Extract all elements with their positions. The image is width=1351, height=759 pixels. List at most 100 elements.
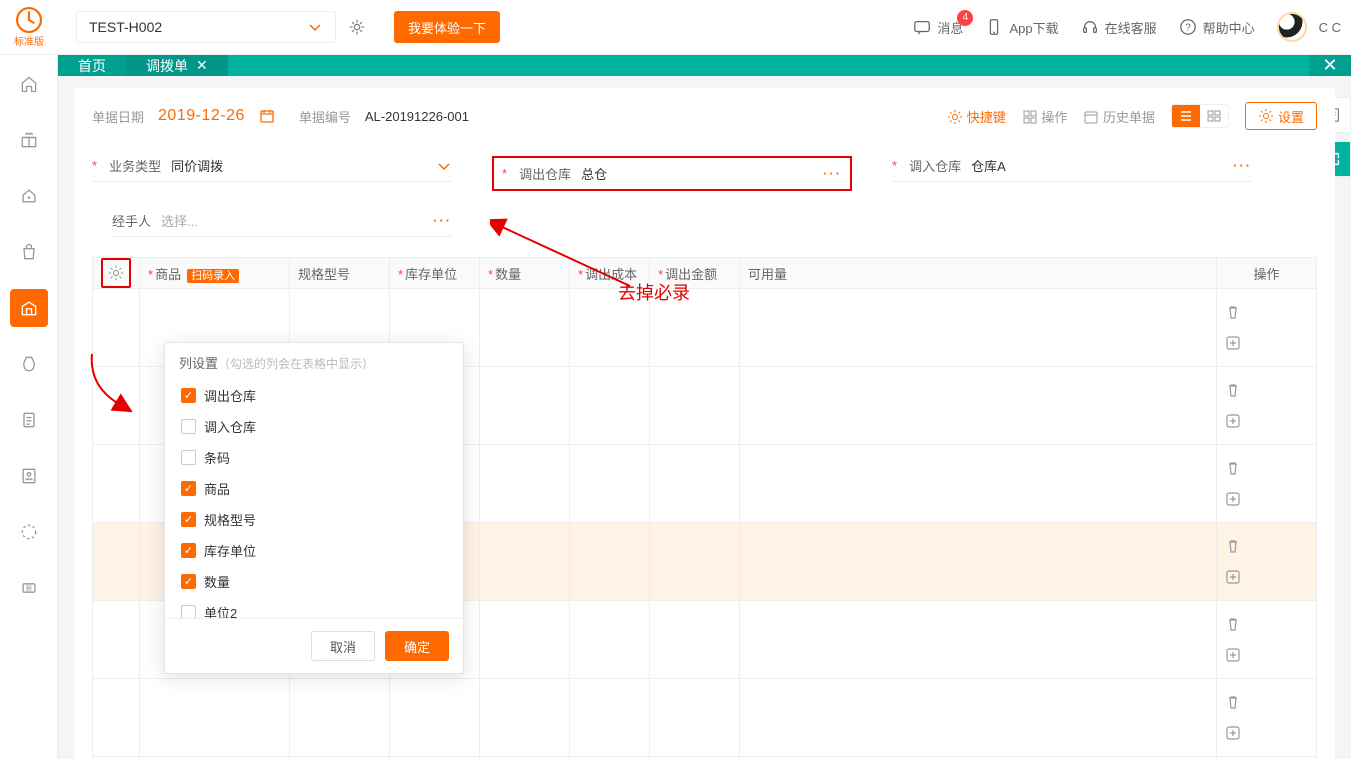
sidebar-item-new[interactable]: 新 <box>10 569 48 607</box>
user-name: C C <box>1319 20 1341 35</box>
popover-cancel-button[interactable]: 取消 <box>311 631 375 661</box>
column-option-label: 调入仓库 <box>204 417 256 436</box>
add-row-icon[interactable] <box>1225 647 1308 663</box>
gift-icon <box>19 130 39 150</box>
column-option[interactable]: ✓库存单位 <box>165 535 463 566</box>
tab-transfer[interactable]: 调拨单 ✕ <box>126 55 228 76</box>
contacts-icon <box>19 466 39 486</box>
gear-icon <box>348 18 366 36</box>
delete-row-icon[interactable] <box>1225 538 1308 554</box>
column-option[interactable]: 单位2 <box>165 597 463 618</box>
try-button[interactable]: 我要体验一下 <box>394 11 500 43</box>
gear-icon <box>947 109 963 125</box>
add-row-icon[interactable] <box>1225 725 1308 741</box>
column-option[interactable]: ✓商品 <box>165 473 463 504</box>
sidebar-item-finance[interactable] <box>10 345 48 383</box>
date-label: 单据日期 <box>92 107 144 126</box>
headset-icon <box>1081 18 1099 36</box>
topbar: 标准版 TEST-H002 我要体验一下 消息 4 App下载 在线客服 ? 帮… <box>0 0 1351 55</box>
delete-row-icon[interactable] <box>1225 382 1308 398</box>
dotted-circle-icon <box>19 522 39 542</box>
col-avail[interactable]: 可用量 <box>740 258 1217 289</box>
column-option[interactable]: 调入仓库 <box>165 411 463 442</box>
checkbox[interactable]: ✓ <box>181 481 196 496</box>
clipboard-icon <box>19 410 39 430</box>
sidebar-item-report[interactable] <box>10 401 48 439</box>
sidebar-item-home[interactable] <box>10 65 48 103</box>
column-option[interactable]: ✓ 调出仓库 <box>165 380 463 411</box>
more-icon[interactable]: ··· <box>1233 158 1252 173</box>
add-row-icon[interactable] <box>1225 491 1308 507</box>
delete-row-icon[interactable] <box>1225 616 1308 632</box>
org-selector[interactable]: TEST-H002 <box>76 11 336 43</box>
field-in-warehouse[interactable]: *调入仓库 仓库A ··· <box>892 156 1252 182</box>
sidebar-item-purchase[interactable] <box>10 177 48 215</box>
view-toggle[interactable] <box>1171 104 1229 128</box>
checkbox[interactable]: ✓ <box>181 574 196 589</box>
col-spec[interactable]: 规格型号 <box>290 258 390 289</box>
column-option[interactable]: ✓规格型号 <box>165 504 463 535</box>
sidebar-item-gift[interactable] <box>10 121 48 159</box>
view-card-icon[interactable] <box>1200 105 1228 127</box>
view-list-icon[interactable] <box>1172 105 1200 127</box>
col-goods[interactable]: 商品扫码录入 <box>140 258 290 289</box>
delete-row-icon[interactable] <box>1225 460 1308 476</box>
column-settings-popover: 列设置（勾选的列会在表格中显示） ✓调出仓库调入仓库条码✓商品✓规格型号✓库存单… <box>164 342 464 674</box>
popover-ok-button[interactable]: 确定 <box>385 631 449 661</box>
column-settings-header[interactable] <box>93 258 140 289</box>
tab-home[interactable]: 首页 <box>58 55 126 76</box>
settings-button[interactable]: 设置 <box>1245 102 1317 130</box>
popover-title: 列设置 <box>179 356 218 371</box>
checkbox[interactable] <box>181 419 196 434</box>
sidebar-item-contacts[interactable] <box>10 457 48 495</box>
app-download-link[interactable]: App下载 <box>985 18 1058 37</box>
history-link[interactable]: 历史单据 <box>1083 107 1155 126</box>
gear-icon <box>1258 108 1274 124</box>
column-option-label: 调出仓库 <box>204 386 256 405</box>
delete-row-icon[interactable] <box>1225 304 1308 320</box>
sidebar-item-sale[interactable] <box>10 233 48 271</box>
operate-link[interactable]: 操作 <box>1022 107 1068 126</box>
calendar-icon[interactable] <box>259 108 275 124</box>
user-menu[interactable]: C C <box>1277 12 1341 42</box>
scan-badge[interactable]: 扫码录入 <box>187 269 239 283</box>
column-option[interactable]: ✓数量 <box>165 566 463 597</box>
message-icon <box>913 18 931 36</box>
shortcut-link[interactable]: 快捷键 <box>947 107 1006 126</box>
checkbox[interactable]: ✓ <box>181 543 196 558</box>
org-settings-icon[interactable] <box>348 18 366 36</box>
more-icon[interactable]: ··· <box>433 213 452 228</box>
messages-link[interactable]: 消息 4 <box>913 18 963 37</box>
add-row-icon[interactable] <box>1225 335 1308 351</box>
delete-row-icon[interactable] <box>1225 694 1308 710</box>
tab-close-icon[interactable]: ✕ <box>196 57 208 74</box>
sidebar-item-more[interactable] <box>10 513 48 551</box>
checkbox[interactable]: ✓ <box>181 388 196 403</box>
column-option[interactable]: 条码 <box>165 442 463 473</box>
column-option-label: 单位2 <box>204 603 237 618</box>
customer-service-link[interactable]: 在线客服 <box>1081 18 1157 37</box>
field-agent[interactable]: 经手人 选择... ··· <box>112 211 452 237</box>
date-value[interactable]: 2019-12-26 <box>158 107 245 125</box>
checkbox[interactable] <box>181 450 196 465</box>
add-row-icon[interactable] <box>1225 413 1308 429</box>
field-biz-type[interactable]: *业务类型 同价调拨 <box>92 156 452 182</box>
doc-header: 单据日期 2019-12-26 单据编号 AL-20191226-001 快捷键… <box>92 102 1317 130</box>
logo: 标准版 <box>0 7 58 48</box>
table-row[interactable] <box>93 679 1317 757</box>
col-unit[interactable]: 库存单位 <box>390 258 480 289</box>
messages-badge: 4 <box>957 10 973 26</box>
col-out-cost[interactable]: 调出成本 <box>570 258 650 289</box>
home-icon <box>19 74 39 94</box>
close-all-tabs[interactable]: ✕ <box>1309 55 1351 76</box>
more-icon[interactable]: ··· <box>823 166 842 181</box>
help-link[interactable]: ? 帮助中心 <box>1179 18 1255 37</box>
sidebar-item-warehouse[interactable] <box>10 289 48 327</box>
col-qty[interactable]: 数量 <box>480 258 570 289</box>
checkbox[interactable] <box>181 605 196 618</box>
field-out-warehouse[interactable]: *调出仓库 总仓 ··· <box>492 156 852 191</box>
col-out-amt[interactable]: 调出金额 <box>650 258 740 289</box>
checkbox[interactable]: ✓ <box>181 512 196 527</box>
col-ops: 操作 <box>1217 258 1317 289</box>
add-row-icon[interactable] <box>1225 569 1308 585</box>
